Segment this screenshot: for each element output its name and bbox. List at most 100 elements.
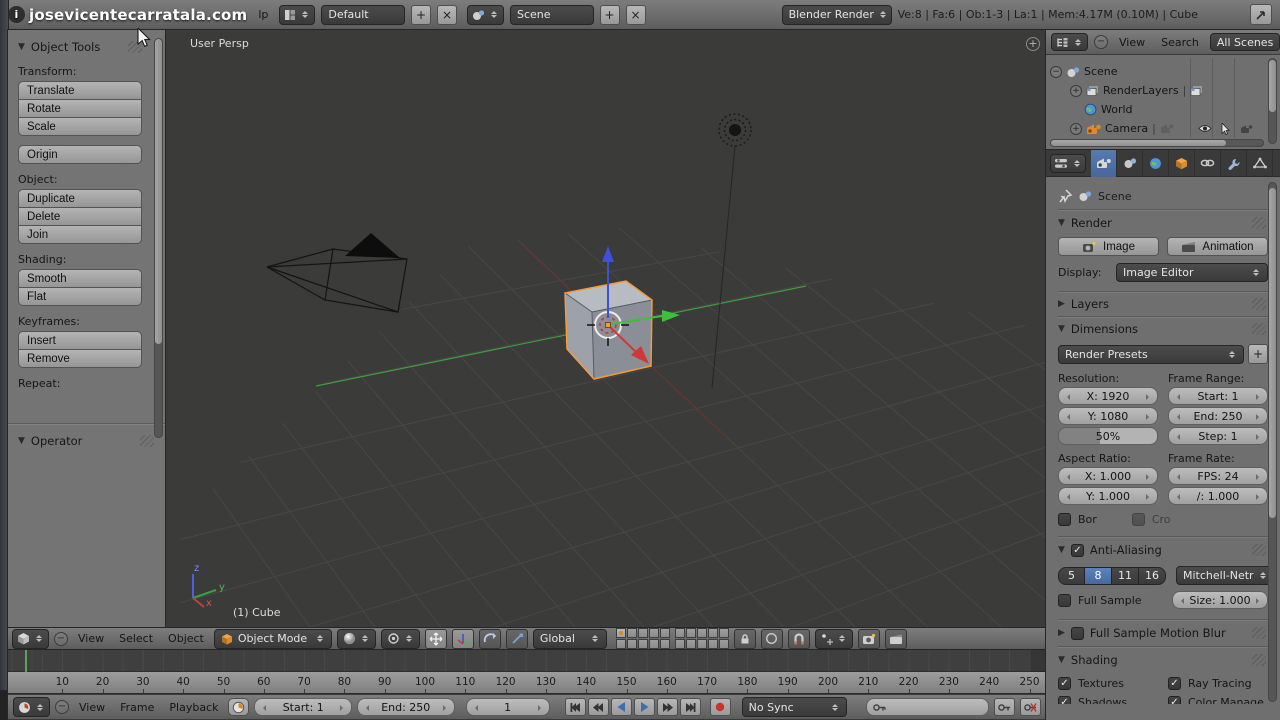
panel-grip[interactable]: [1252, 627, 1266, 639]
panel-grip[interactable]: [1252, 217, 1266, 229]
play-button[interactable]: [633, 698, 655, 716]
lock-to-scene-button[interactable]: [733, 628, 756, 649]
ray-tracing-checkbox[interactable]: ✓: [1168, 677, 1181, 690]
editor-type-select[interactable]: [13, 697, 50, 717]
render-opengl-animation-button[interactable]: [884, 628, 907, 649]
aspect-x-field[interactable]: X: 1.000: [1058, 467, 1158, 485]
render-animation-button[interactable]: Animation: [1167, 237, 1268, 256]
properties-scrollbar[interactable]: [1268, 182, 1277, 702]
scale-button[interactable]: Scale: [18, 117, 142, 136]
aspect-y-field[interactable]: Y: 1.000: [1058, 487, 1158, 505]
join-button[interactable]: Join: [18, 225, 142, 244]
translate-manipulator-button[interactable]: [451, 628, 474, 649]
translate-button[interactable]: Translate: [18, 81, 142, 100]
preview-range-toggle[interactable]: [228, 698, 250, 716]
editor-type-select[interactable]: [1051, 33, 1088, 51]
fps-field[interactable]: FPS: 24: [1168, 467, 1268, 485]
layers-widget[interactable]: [615, 628, 729, 649]
expand-icon[interactable]: +: [1070, 84, 1082, 97]
insert-keyframe-button[interactable]: Insert: [18, 331, 142, 350]
antialiasing-checkbox[interactable]: ✓: [1070, 543, 1084, 557]
render-image-button[interactable]: Image: [1058, 237, 1159, 256]
textures-checkbox[interactable]: ✓: [1058, 677, 1071, 690]
menu-view[interactable]: View: [1114, 36, 1150, 49]
panel-grip[interactable]: [1252, 654, 1266, 666]
origin-button[interactable]: Origin: [18, 145, 142, 164]
operator-panel-header[interactable]: ▼ Operator: [18, 432, 156, 450]
delete-button[interactable]: Delete: [18, 207, 142, 226]
pin-icon[interactable]: [1058, 189, 1072, 203]
scene-selector[interactable]: Scene: [510, 4, 594, 25]
flat-button[interactable]: Flat: [18, 287, 142, 306]
tab-world[interactable]: [1143, 150, 1169, 177]
viewport-shading-select[interactable]: [336, 628, 376, 649]
eye-icon[interactable]: [1198, 124, 1212, 133]
aa-samples-8-button[interactable]: 8: [1085, 566, 1112, 585]
tab-render[interactable]: [1091, 150, 1117, 177]
render-opengl-image-button[interactable]: [857, 628, 880, 649]
scene-selector-icon-button[interactable]: [467, 4, 504, 25]
rotate-button[interactable]: Rotate: [18, 99, 142, 118]
menu-frame[interactable]: Frame: [115, 701, 159, 714]
shadows-checkbox[interactable]: ✓: [1058, 696, 1071, 704]
render-restrict-icon[interactable]: [1240, 124, 1253, 134]
screen-layout-name[interactable]: Default: [321, 4, 405, 25]
panel-grip[interactable]: [1252, 544, 1266, 556]
outliner-scrollbar[interactable]: [1268, 58, 1277, 144]
outliner-row-camera[interactable]: + Camera |: [1046, 119, 1253, 138]
crop-checkbox[interactable]: ✓: [1131, 513, 1145, 526]
full-sample-checkbox[interactable]: ✓: [1058, 593, 1071, 607]
scale-manipulator-button[interactable]: [505, 628, 528, 649]
sync-mode-select[interactable]: No Sync: [741, 697, 848, 717]
render-engine-select[interactable]: Blender Render: [781, 4, 892, 25]
camera-data-icon[interactable]: [1160, 123, 1174, 134]
collapse-menus-icon[interactable]: −: [54, 631, 68, 646]
current-frame-field[interactable]: 1: [465, 698, 550, 716]
fsmb-checkbox[interactable]: ✓: [1070, 626, 1084, 640]
fsmb-panel-header[interactable]: ▶ ✓ Full Sample Motion Blur: [1058, 624, 1268, 642]
frame-start-field[interactable]: Start: 1: [1168, 387, 1268, 405]
insert-keyframe-button[interactable]: [993, 698, 1015, 716]
tool-shelf-scrollbar[interactable]: [154, 38, 163, 438]
dimensions-panel-header[interactable]: ▼ Dimensions: [1058, 320, 1268, 338]
viewport-3d[interactable]: User Persp (1) Cube z y x +: [166, 30, 1046, 628]
current-frame-marker[interactable]: [25, 650, 27, 672]
keying-set-field[interactable]: [866, 698, 989, 716]
tab-modifiers[interactable]: [1221, 150, 1247, 177]
resolution-percentage-slider[interactable]: 50%: [1058, 427, 1158, 445]
snap-element-select[interactable]: [814, 628, 853, 649]
frame-step-field[interactable]: Step: 1: [1168, 427, 1268, 445]
panel-grip[interactable]: [1252, 298, 1266, 310]
close-layout-button[interactable]: ×: [437, 4, 457, 25]
collapse-icon[interactable]: −: [1050, 65, 1062, 78]
collapse-menus-icon[interactable]: −: [1094, 35, 1108, 49]
layers-panel-header[interactable]: ▶ Layers: [1058, 295, 1268, 313]
snap-toggle-button[interactable]: [787, 628, 810, 649]
mode-select[interactable]: Object Mode: [213, 628, 332, 649]
duplicate-button[interactable]: Duplicate: [18, 189, 142, 208]
resolution-y-field[interactable]: Y: 1080: [1058, 407, 1158, 425]
select-arrow-icon[interactable]: [1221, 122, 1231, 135]
remove-keyframe-button[interactable]: Remove: [18, 349, 142, 368]
panel-grip[interactable]: [128, 41, 142, 53]
delete-keyframe-button[interactable]: [1019, 698, 1041, 716]
panel-grip[interactable]: [1252, 323, 1266, 335]
timeline-ruler[interactable]: 10 20 30 40 50 60 70 80 90 100 110 120 130 140 150 160 1…: [8, 672, 1046, 694]
add-layout-button[interactable]: +: [411, 4, 431, 25]
color-management-checkbox[interactable]: ✓: [1168, 696, 1181, 704]
outliner-row-renderlayers[interactable]: + RenderLayers |: [1046, 81, 1203, 100]
editor-type-select[interactable]: [1050, 153, 1086, 173]
window-duplicate-icon[interactable]: [1250, 4, 1272, 25]
editor-type-select[interactable]: [12, 628, 49, 649]
resolution-x-field[interactable]: X: 1920: [1058, 387, 1158, 405]
tab-material[interactable]: [1273, 150, 1280, 177]
aa-samples-5-button[interactable]: 5: [1058, 566, 1085, 585]
menu-object[interactable]: Object: [163, 632, 209, 645]
menu-playback[interactable]: Playback: [164, 701, 223, 714]
jump-to-start-button[interactable]: [564, 698, 586, 716]
frame-end-field[interactable]: End: 250: [1168, 407, 1268, 425]
tab-object[interactable]: [1169, 150, 1195, 177]
add-scene-button[interactable]: +: [599, 4, 620, 25]
aa-samples-11-button[interactable]: 11: [1112, 566, 1139, 585]
menu-search[interactable]: Search: [1156, 36, 1204, 49]
